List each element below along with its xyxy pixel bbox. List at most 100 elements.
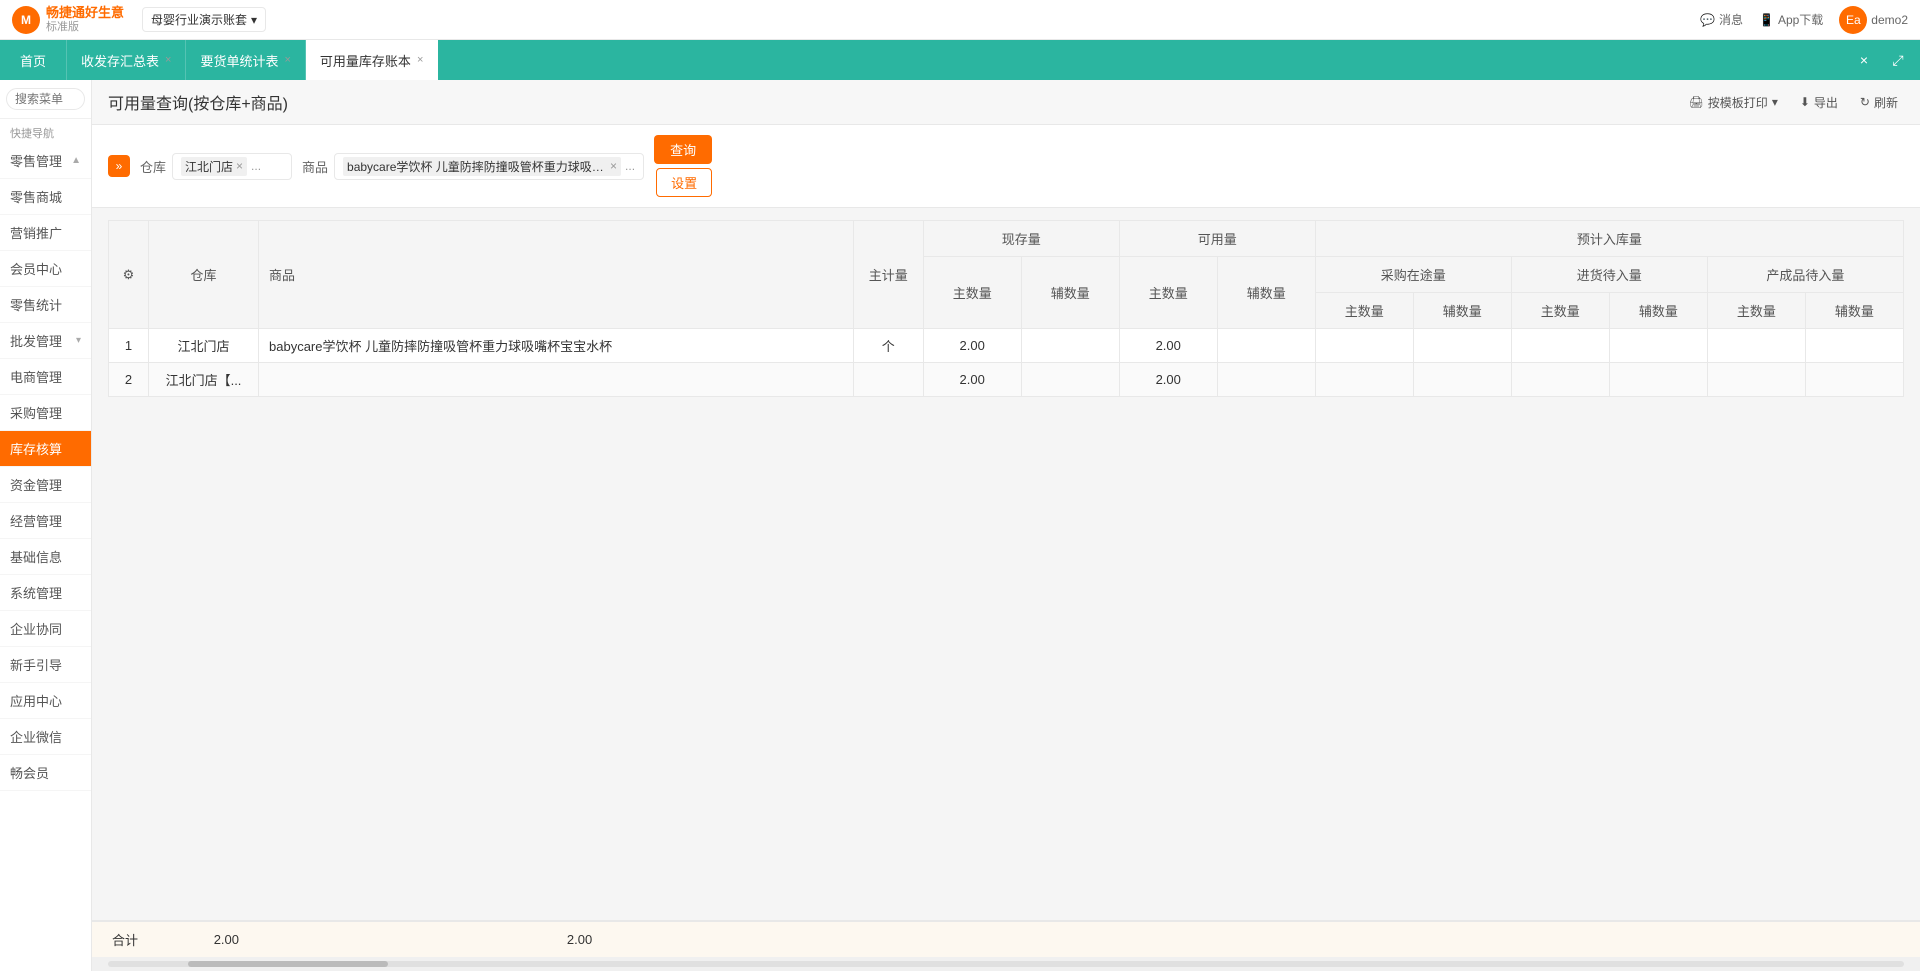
sidebar-search-area [0, 80, 91, 119]
th-unit: 主计量 [853, 221, 923, 329]
sidebar-item-label: 企业微信 [10, 727, 62, 746]
sidebar-item-member-club[interactable]: 畅会员 [0, 755, 91, 791]
product-tag-remove[interactable]: × [610, 159, 617, 173]
tab-available-stock[interactable]: 可用量库存账本 × [306, 40, 438, 80]
tab-home[interactable]: 首页 [0, 40, 67, 80]
warehouse-tag-remove[interactable]: × [236, 159, 243, 173]
cell-purchase-main [1315, 329, 1413, 363]
product-tag-babycare: babycare学饮杯 儿童防摔防撞吸管杯重力球吸嘴杯宝宝水杯 × [343, 157, 621, 176]
th-gear[interactable]: ⚙ [109, 221, 149, 329]
sidebar-item-operations[interactable]: 经营管理 [0, 503, 91, 539]
sidebar-item-wholesale-mgmt[interactable]: 批发管理 ▾ [0, 323, 91, 359]
product-filter-tags[interactable]: babycare学饮杯 儿童防摔防撞吸管杯重力球吸嘴杯宝宝水杯 × ... [334, 153, 644, 180]
top-bar-right: 💬 消息 📱 App下载 Ea demo2 [1700, 6, 1908, 34]
tab-receive-label: 收发存汇总表 [81, 51, 159, 70]
data-table: ⚙ 仓库 商品 主计量 现存量 可用量 预计入库量 主数量 辅数量 主数量 辅数… [108, 220, 1904, 397]
cell-incoming-main [1511, 329, 1609, 363]
sidebar-item-new-guide[interactable]: 新手引导 [0, 647, 91, 683]
sidebar-item-retail-mgmt[interactable]: 零售管理 ▲ [0, 143, 91, 179]
tab-receive-summary[interactable]: 收发存汇总表 × [67, 40, 186, 80]
cell-incoming-main [1511, 363, 1609, 397]
scroll-thumb[interactable] [188, 961, 388, 967]
tab-expand-btn[interactable]: ⤢ [1884, 46, 1912, 74]
logo-area: M 畅捷通好生意 标准版 [12, 5, 124, 34]
warehouse-tag-text: 江北门店 [185, 158, 233, 175]
sidebar-item-inventory[interactable]: 库存核算 [0, 431, 91, 467]
th-avail-main: 主数量 [1119, 257, 1217, 329]
tab-close-all-btn[interactable]: × [1850, 46, 1878, 74]
top-bar: M 畅捷通好生意 标准版 母婴行业演示账套 ▾ 💬 消息 📱 App下载 Ea … [0, 0, 1920, 40]
cell-production-main [1707, 329, 1805, 363]
th-product: 商品 [259, 221, 854, 329]
warehouse-more[interactable]: ... [251, 159, 261, 173]
filter-bar: » 仓库 江北门店 × ... 商品 babycare学饮杯 儿童防摔防撞吸管杯… [92, 125, 1920, 208]
print-btn[interactable]: 🖨 按模板打印 ▾ [1683, 91, 1784, 114]
chevron-icon: ▲ [71, 155, 81, 166]
table-row: 2 江北门店【... 2.00 2.00 [109, 363, 1904, 397]
sidebar-item-ecommerce[interactable]: 电商管理 [0, 359, 91, 395]
cell-production-main [1707, 363, 1805, 397]
sidebar-item-finance[interactable]: 资金管理 [0, 467, 91, 503]
sidebar-item-system[interactable]: 系统管理 [0, 575, 91, 611]
user-name: demo2 [1871, 13, 1908, 27]
sidebar-item-retail-stats[interactable]: 零售统计 [0, 287, 91, 323]
tab-order-stats[interactable]: 要货单统计表 × [186, 40, 305, 80]
sidebar-item-basic-info[interactable]: 基础信息 [0, 539, 91, 575]
query-btn[interactable]: 查询 [654, 135, 712, 164]
export-label: 导出 [1814, 94, 1838, 111]
sidebar-item-purchase[interactable]: 采购管理 [0, 395, 91, 431]
message-btn[interactable]: 💬 消息 [1700, 11, 1743, 28]
user-area[interactable]: Ea demo2 [1839, 6, 1908, 34]
settings-btn[interactable]: 设置 [656, 168, 712, 197]
th-production-main: 主数量 [1707, 293, 1805, 329]
th-forecast-group: 预计入库量 [1315, 221, 1903, 257]
th-incoming-main: 主数量 [1511, 293, 1609, 329]
app-download-btn[interactable]: 📱 App下载 [1759, 11, 1823, 28]
product-filter-group: 商品 babycare学饮杯 儿童防摔防撞吸管杯重力球吸嘴杯宝宝水杯 × ... [302, 153, 644, 180]
tab-bar: 首页 收发存汇总表 × 要货单统计表 × 可用量库存账本 × × ⤢ [0, 40, 1920, 80]
product-more[interactable]: ... [625, 159, 635, 173]
sidebar-item-label: 畅会员 [10, 763, 49, 782]
chevron-down-icon: ▾ [251, 13, 257, 27]
sidebar-item-label: 企业协同 [10, 619, 62, 638]
th-warehouse: 仓库 [149, 221, 259, 329]
sidebar-item-label: 新手引导 [10, 655, 62, 674]
footer-stock-main: 2.00 [138, 932, 315, 947]
th-incoming-aux: 辅数量 [1609, 293, 1707, 329]
message-label: 消息 [1719, 11, 1743, 28]
sidebar-item-marketing[interactable]: 营销推广 [0, 215, 91, 251]
expand-filter-btn[interactable]: » [108, 155, 130, 177]
export-icon: ⬇ [1800, 95, 1810, 109]
tab-order-close[interactable]: × [284, 54, 290, 66]
sidebar-item-member[interactable]: 会员中心 [0, 251, 91, 287]
logo-sub: 标准版 [46, 21, 124, 34]
cell-stock-main: 2.00 [923, 363, 1021, 397]
cell-warehouse: 江北门店 [149, 329, 259, 363]
sidebar-item-label: 电商管理 [10, 367, 62, 386]
cell-unit [853, 363, 923, 397]
sidebar-nav-label: 快捷导航 [0, 119, 91, 143]
industry-selector[interactable]: 母婴行业演示账套 ▾ [142, 7, 266, 32]
table-area: ⚙ 仓库 商品 主计量 现存量 可用量 预计入库量 主数量 辅数量 主数量 辅数… [92, 208, 1920, 920]
horizontal-scrollbar[interactable] [92, 957, 1920, 971]
sidebar-item-app-center[interactable]: 应用中心 [0, 683, 91, 719]
warehouse-tag-jiangbei: 江北门店 × [181, 157, 247, 176]
th-avail-group: 可用量 [1119, 221, 1315, 257]
search-input[interactable] [6, 88, 85, 110]
tab-available-close[interactable]: × [417, 54, 423, 66]
sidebar-item-label: 零售商城 [10, 187, 62, 206]
cell-product [259, 363, 854, 397]
export-btn[interactable]: ⬇ 导出 [1794, 91, 1844, 114]
content-area: 可用量查询(按仓库+商品) 🖨 按模板打印 ▾ ⬇ 导出 ↻ 刷新 [92, 80, 1920, 971]
sidebar-item-retail-mall[interactable]: 零售商城 [0, 179, 91, 215]
refresh-btn[interactable]: ↻ 刷新 [1854, 91, 1904, 114]
cell-avail-main: 2.00 [1119, 329, 1217, 363]
sidebar-item-enterprise-collab[interactable]: 企业协同 [0, 611, 91, 647]
warehouse-filter-tags[interactable]: 江北门店 × ... [172, 153, 292, 180]
th-stock-main: 主数量 [923, 257, 1021, 329]
expand-icon: » [116, 159, 123, 173]
print-label: 按模板打印 [1708, 94, 1768, 111]
sidebar-item-enterprise-wechat[interactable]: 企业微信 [0, 719, 91, 755]
chevron-down-icon: ▾ [1772, 95, 1778, 109]
tab-receive-close[interactable]: × [165, 54, 171, 66]
